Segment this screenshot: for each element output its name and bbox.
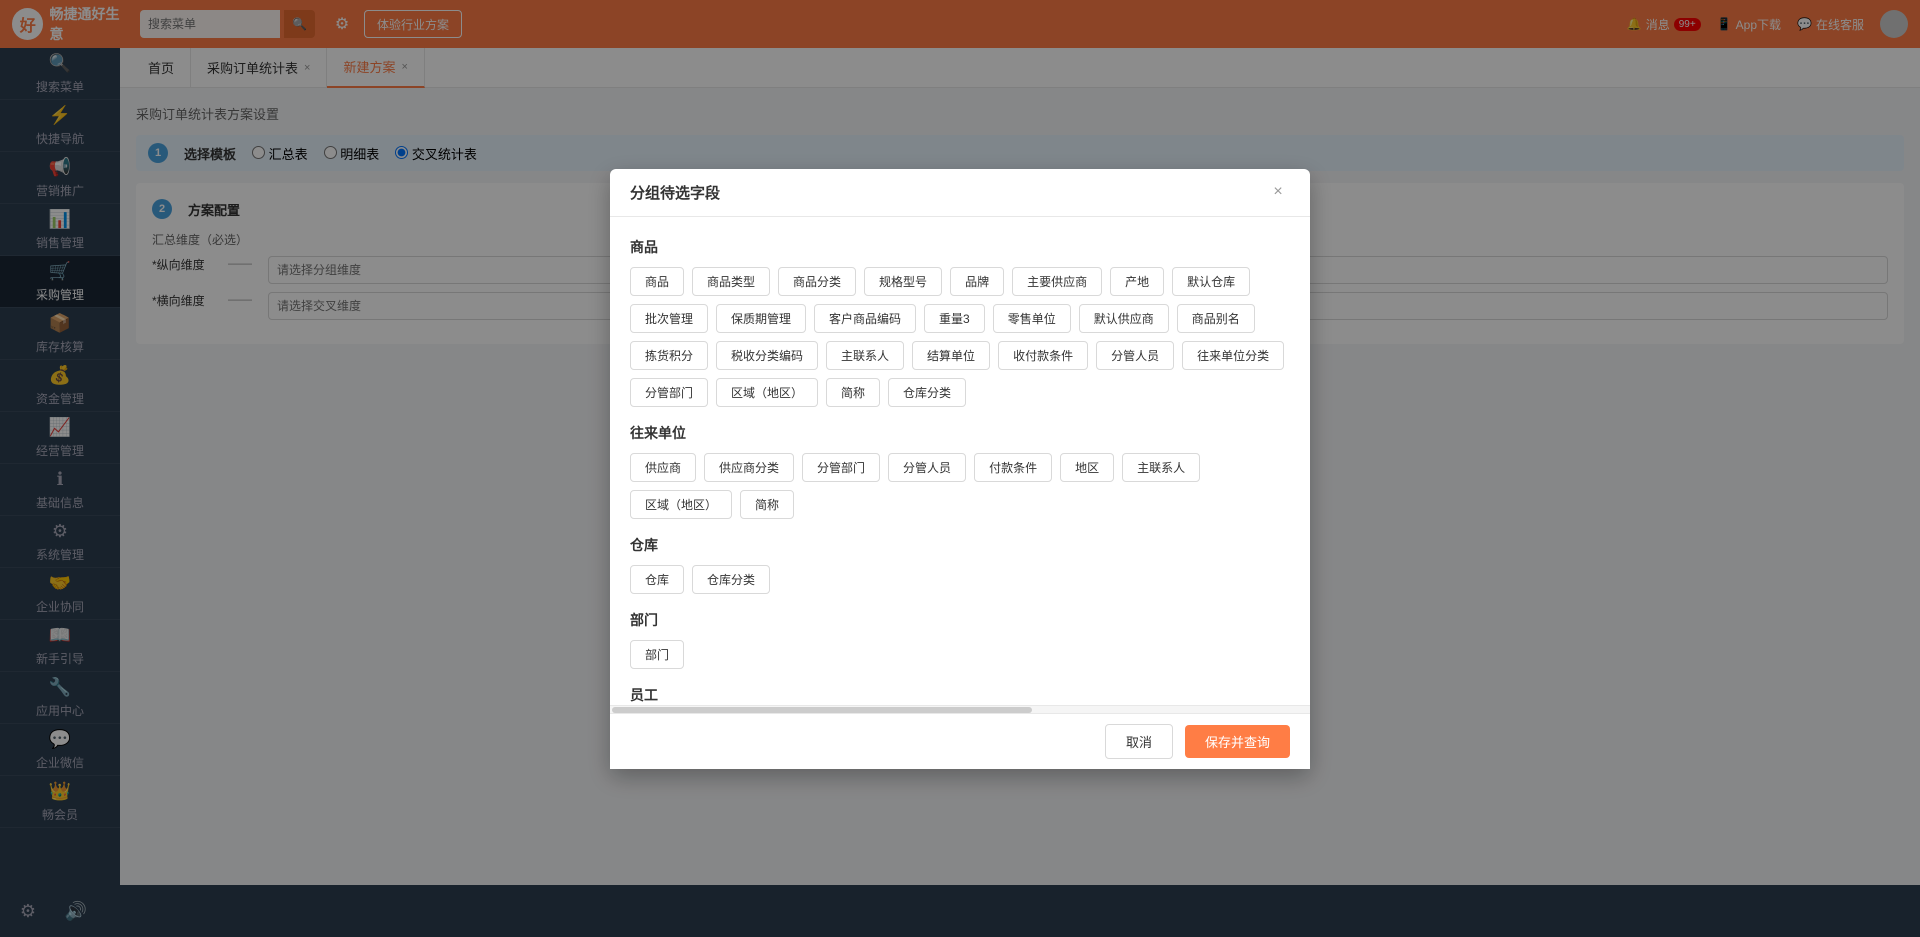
tag-item-0-2[interactable]: 商品分类 <box>778 267 856 296</box>
tag-grid-0: 商品商品类型商品分类规格型号品牌主要供应商产地默认仓库批次管理保质期管理客户商品… <box>630 267 1290 407</box>
tag-item-1-5[interactable]: 地区 <box>1060 453 1114 482</box>
tag-item-1-4[interactable]: 付款条件 <box>974 453 1052 482</box>
tag-item-0-23[interactable]: 区域（地区） <box>716 378 818 407</box>
tag-item-0-20[interactable]: 分管人员 <box>1096 341 1174 370</box>
tag-item-0-4[interactable]: 品牌 <box>950 267 1004 296</box>
tag-grid-3: 部门 <box>630 640 1290 669</box>
tag-item-0-15[interactable]: 拣货积分 <box>630 341 708 370</box>
modal-header: 分组待选字段 × <box>610 169 1310 217</box>
tag-item-0-3[interactable]: 规格型号 <box>864 267 942 296</box>
tag-item-0-10[interactable]: 客户商品编码 <box>814 304 916 333</box>
tag-item-1-8[interactable]: 简称 <box>740 490 794 519</box>
tag-item-0-18[interactable]: 结算单位 <box>912 341 990 370</box>
modal-dialog: 分组待选字段 × 商品商品商品类型商品分类规格型号品牌主要供应商产地默认仓库批次… <box>610 169 1310 769</box>
tag-item-0-21[interactable]: 往来单位分类 <box>1182 341 1284 370</box>
tag-item-0-6[interactable]: 产地 <box>1110 267 1164 296</box>
tag-item-0-8[interactable]: 批次管理 <box>630 304 708 333</box>
section-title-1: 往来单位 <box>630 423 1290 443</box>
section-title-0: 商品 <box>630 237 1290 257</box>
tag-item-2-1[interactable]: 仓库分类 <box>692 565 770 594</box>
tag-item-0-9[interactable]: 保质期管理 <box>716 304 806 333</box>
tag-item-0-24[interactable]: 简称 <box>826 378 880 407</box>
cancel-button[interactable]: 取消 <box>1105 724 1173 759</box>
tag-item-3-0[interactable]: 部门 <box>630 640 684 669</box>
tag-item-0-1[interactable]: 商品类型 <box>692 267 770 296</box>
tag-item-0-14[interactable]: 商品别名 <box>1177 304 1255 333</box>
tag-item-0-7[interactable]: 默认仓库 <box>1172 267 1250 296</box>
tag-item-0-17[interactable]: 主联系人 <box>826 341 904 370</box>
tag-item-0-19[interactable]: 收付款条件 <box>998 341 1088 370</box>
tag-item-1-3[interactable]: 分管人员 <box>888 453 966 482</box>
modal-footer: 取消 保存并查询 <box>610 713 1310 769</box>
tag-item-1-7[interactable]: 区域（地区） <box>630 490 732 519</box>
tag-grid-1: 供应商供应商分类分管部门分管人员付款条件地区主联系人区域（地区） 简称 <box>630 453 1290 519</box>
tag-item-2-0[interactable]: 仓库 <box>630 565 684 594</box>
section-title-3: 部门 <box>630 610 1290 630</box>
tag-item-0-5[interactable]: 主要供应商 <box>1012 267 1102 296</box>
tag-item-0-22[interactable]: 分管部门 <box>630 378 708 407</box>
tag-item-0-13[interactable]: 默认供应商 <box>1079 304 1169 333</box>
tag-item-1-6[interactable]: 主联系人 <box>1122 453 1200 482</box>
tag-item-1-1[interactable]: 供应商分类 <box>704 453 794 482</box>
modal-hscroll[interactable] <box>610 705 1310 713</box>
section-title-4: 员工 <box>630 685 1290 705</box>
tag-item-1-0[interactable]: 供应商 <box>630 453 696 482</box>
section-title-2: 仓库 <box>630 535 1290 555</box>
tag-item-0-16[interactable]: 税收分类编码 <box>716 341 818 370</box>
modal-body[interactable]: 商品商品商品类型商品分类规格型号品牌主要供应商产地默认仓库批次管理保质期管理客户… <box>610 217 1310 705</box>
tag-item-0-12[interactable]: 零售单位 <box>993 304 1071 333</box>
tag-item-0-25[interactable]: 仓库分类 <box>888 378 966 407</box>
modal-title: 分组待选字段 <box>630 182 1266 203</box>
modal-overlay: 分组待选字段 × 商品商品商品类型商品分类规格型号品牌主要供应商产地默认仓库批次… <box>0 0 1920 937</box>
tag-grid-2: 仓库仓库分类 <box>630 565 1290 594</box>
modal-close-button[interactable]: × <box>1266 180 1290 204</box>
tag-item-1-2[interactable]: 分管部门 <box>802 453 880 482</box>
tag-item-0-0[interactable]: 商品 <box>630 267 684 296</box>
confirm-button[interactable]: 保存并查询 <box>1185 725 1290 758</box>
tag-item-0-11[interactable]: 重量3 <box>924 304 985 333</box>
